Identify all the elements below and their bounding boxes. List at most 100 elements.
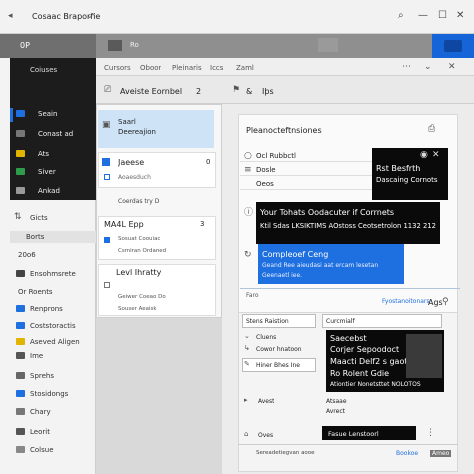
edit-icon: ✎ xyxy=(244,360,250,368)
chevron-down-icon[interactable]: ⌄ xyxy=(86,11,94,21)
sidebar-item-14[interactable]: Sprehs xyxy=(30,372,54,380)
list-left-item-2[interactable]: Cowor hnatoon xyxy=(256,346,302,353)
toolbar-item-3[interactable]: Iccs xyxy=(210,64,223,72)
sidebar-item-16[interactable]: Chary xyxy=(30,408,51,416)
more-icon[interactable]: ⋯ xyxy=(402,62,411,72)
sidebar-item-5[interactable]: Gicts xyxy=(30,214,48,222)
dropdown-icon[interactable]: ⌄ xyxy=(424,62,432,72)
filter-icon[interactable]: ⇅ xyxy=(14,212,22,222)
toolbar-item-4[interactable]: Zaml xyxy=(236,64,254,72)
folder-group-label[interactable]: Coerdas try D xyxy=(118,198,159,205)
sidebar-item-1[interactable]: Conast ad xyxy=(38,130,73,138)
print-icon[interactable]: ⎙ xyxy=(428,124,435,134)
reply-icon[interactable]: ⎚ xyxy=(104,85,111,95)
sidebar-section-header xyxy=(10,231,96,243)
image-icon xyxy=(16,352,25,359)
status-divider xyxy=(238,444,458,445)
options-icon[interactable]: ⋮ xyxy=(426,428,435,438)
sidebar-dark-panel xyxy=(10,58,96,200)
command-item-1[interactable]: Iþs xyxy=(262,87,274,96)
close-pane-icon[interactable]: ✕ xyxy=(448,62,456,72)
popup-bottom-line-4: Ationtier Nonetsttet NOLOTOS xyxy=(330,381,421,388)
status-mid[interactable]: Bookoe xyxy=(396,450,418,457)
tag-icon xyxy=(104,237,110,243)
list-right-title: Curcmialf xyxy=(326,318,355,325)
sidebar-item-12[interactable]: Aseved Aligen xyxy=(30,338,80,346)
sidebar-item-2[interactable]: Ats xyxy=(38,150,49,158)
folder-card-3-line-0: Sosuat Coouiac xyxy=(118,236,161,242)
document-icon xyxy=(16,428,25,435)
pin-icon: ▣ xyxy=(102,120,111,130)
reading-foot-right[interactable]: Fyostanoitonars xyxy=(382,298,430,305)
home-icon: ⌂ xyxy=(244,430,249,438)
sidebar-item-17[interactable]: Leorit xyxy=(30,428,50,436)
trash-icon xyxy=(16,446,25,453)
contacts-list-icon xyxy=(16,322,25,329)
folder-card-1-count: 0 xyxy=(206,158,211,166)
search-icon[interactable]: ⌕ xyxy=(398,10,404,21)
chart-icon xyxy=(16,408,25,415)
sidebar-item-6[interactable]: Borts xyxy=(26,233,44,241)
star-icon xyxy=(16,338,25,345)
popup-bottom-line-2: Maacti Delf2 s gaot xyxy=(330,357,408,366)
minimize-button[interactable]: — xyxy=(418,10,428,21)
folder-card-1[interactable] xyxy=(98,152,216,188)
compose-card-line-1: Geenaetl iee. xyxy=(262,272,303,279)
expand-icon: ▸ xyxy=(244,396,248,404)
sidebar-item-4[interactable]: Ankad xyxy=(38,187,60,195)
list-icon: ≡ xyxy=(244,165,252,175)
folder-card-1-line: Aoaesduch xyxy=(118,174,151,181)
header-tab-box[interactable] xyxy=(108,40,122,51)
toolbar-item-2[interactable]: Pleinaris xyxy=(172,64,202,72)
list-right-item-0[interactable]: Atsaae xyxy=(326,398,347,405)
list-right-item-1[interactable]: Avrect xyxy=(326,408,345,415)
arrow-icon: ↳ xyxy=(244,344,250,352)
sidebar-item-3[interactable]: Siver xyxy=(38,168,56,176)
list-left-item-5[interactable]: Oves xyxy=(258,432,273,439)
list-left-item-3: Hiner Bhes Ine xyxy=(256,362,300,369)
toolbar-item-0[interactable]: Cursors xyxy=(104,64,131,72)
sidebar-item-10[interactable]: Renprons xyxy=(30,305,63,313)
sidebar-item-18[interactable]: Colsue xyxy=(30,446,54,454)
popup-bottom-thumb xyxy=(406,334,442,378)
sidebar-item-0[interactable]: Seain xyxy=(38,110,57,118)
back-icon[interactable]: ◂ xyxy=(8,11,13,21)
bell-icon xyxy=(444,40,462,52)
maximize-button[interactable]: ☐ xyxy=(438,10,447,21)
compose-card-title: Compleoef Ceng xyxy=(262,250,329,259)
sports-icon xyxy=(16,372,25,379)
popup-small-label: Fasue Lenstoorl xyxy=(328,430,379,438)
folder-selected[interactable] xyxy=(98,110,214,148)
attachment-icon xyxy=(104,282,110,288)
list-left-item-4[interactable]: Avest xyxy=(258,398,274,405)
reading-foot-count: Ags xyxy=(428,298,443,307)
popup-bottom-line-0: Saecebst xyxy=(330,334,367,343)
sidebar-item-15[interactable]: Stosidongs xyxy=(30,390,68,398)
list-left-item-1[interactable]: Cluens xyxy=(256,334,276,341)
header-tab-label[interactable]: Ro xyxy=(130,41,139,49)
folder-card-3-title: MA4L Epp xyxy=(104,220,144,229)
popup-close-icon[interactable]: ✕ xyxy=(432,150,440,160)
folder-icon xyxy=(16,150,25,157)
sidebar-item-13[interactable]: Ime xyxy=(30,352,43,360)
command-item-0[interactable]: & xyxy=(246,87,252,96)
close-button[interactable]: ✕ xyxy=(456,10,464,21)
reading-row-2-label: Oeos xyxy=(256,180,274,188)
sidebar-item-7[interactable]: 20o6 xyxy=(18,251,36,259)
checkbox-icon[interactable] xyxy=(104,174,110,180)
sidebar-item-11[interactable]: Coststoractis xyxy=(30,322,76,330)
divider xyxy=(240,288,460,289)
status-right[interactable]: Ameo xyxy=(430,450,452,457)
compose-card-line-0: Geand Ree aieudasi aat ercam lesetan xyxy=(262,262,379,269)
flag-icon[interactable]: ⚑ xyxy=(232,85,240,95)
pin-right-icon[interactable]: ⚲ xyxy=(442,297,449,307)
popup-bottom-line-1: Corjer Sepoodoct xyxy=(330,345,400,354)
sidebar-item-9[interactable]: Or Roents xyxy=(18,288,53,296)
command-title[interactable]: Aveiste Eornbel xyxy=(120,87,182,96)
status-left: Sereadetiegvan aooe xyxy=(256,450,315,456)
sidebar-item-8[interactable]: Ensohmsrete xyxy=(30,270,76,278)
toolbar-item-1[interactable]: Oboor xyxy=(140,64,161,72)
reading-row-1-label: Dosle xyxy=(256,166,276,174)
folder-card-1-icon xyxy=(102,158,110,166)
folder-card-4-title: Levl Ihratty xyxy=(116,268,162,277)
